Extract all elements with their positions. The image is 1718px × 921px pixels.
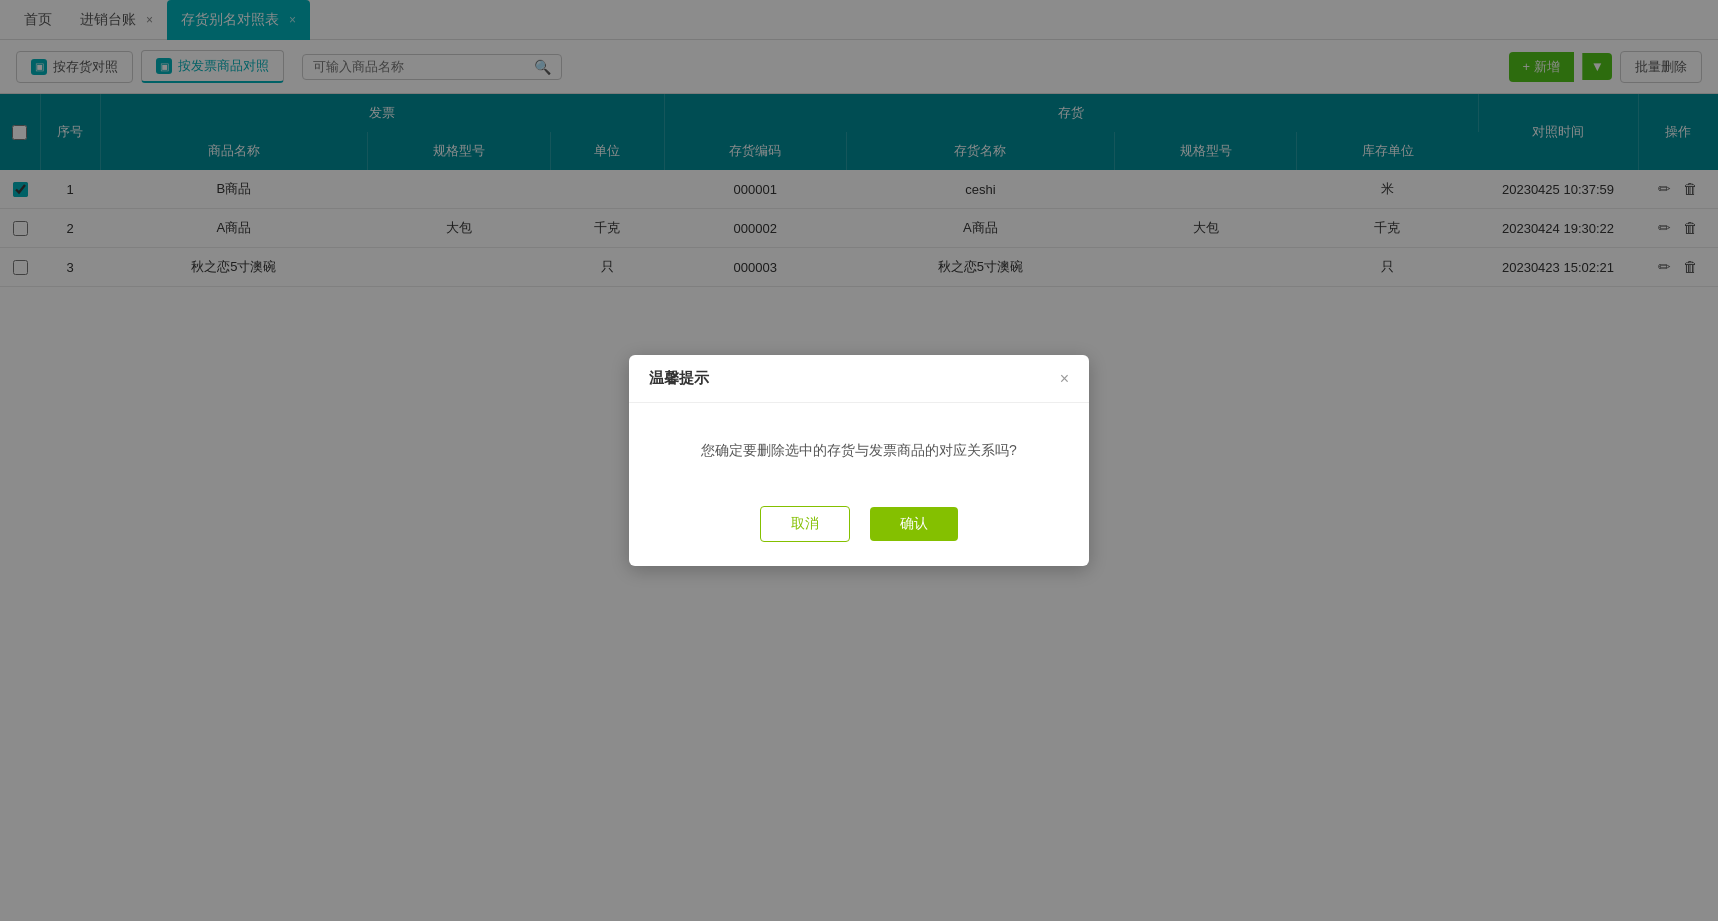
dialog-title: 温馨提示 [649, 369, 709, 388]
cancel-button[interactable]: 取消 [760, 506, 850, 542]
dialog-footer: 取消 确认 [629, 490, 1089, 566]
dialog-overlay: 温馨提示 × 您确定要删除选中的存货与发票商品的对应关系吗? 取消 确认 [0, 0, 1718, 921]
confirm-button[interactable]: 确认 [870, 507, 958, 541]
dialog-body: 您确定要删除选中的存货与发票商品的对应关系吗? [629, 403, 1089, 489]
dialog-header: 温馨提示 × [629, 355, 1089, 403]
dialog: 温馨提示 × 您确定要删除选中的存货与发票商品的对应关系吗? 取消 确认 [629, 355, 1089, 565]
dialog-close-button[interactable]: × [1060, 371, 1069, 387]
